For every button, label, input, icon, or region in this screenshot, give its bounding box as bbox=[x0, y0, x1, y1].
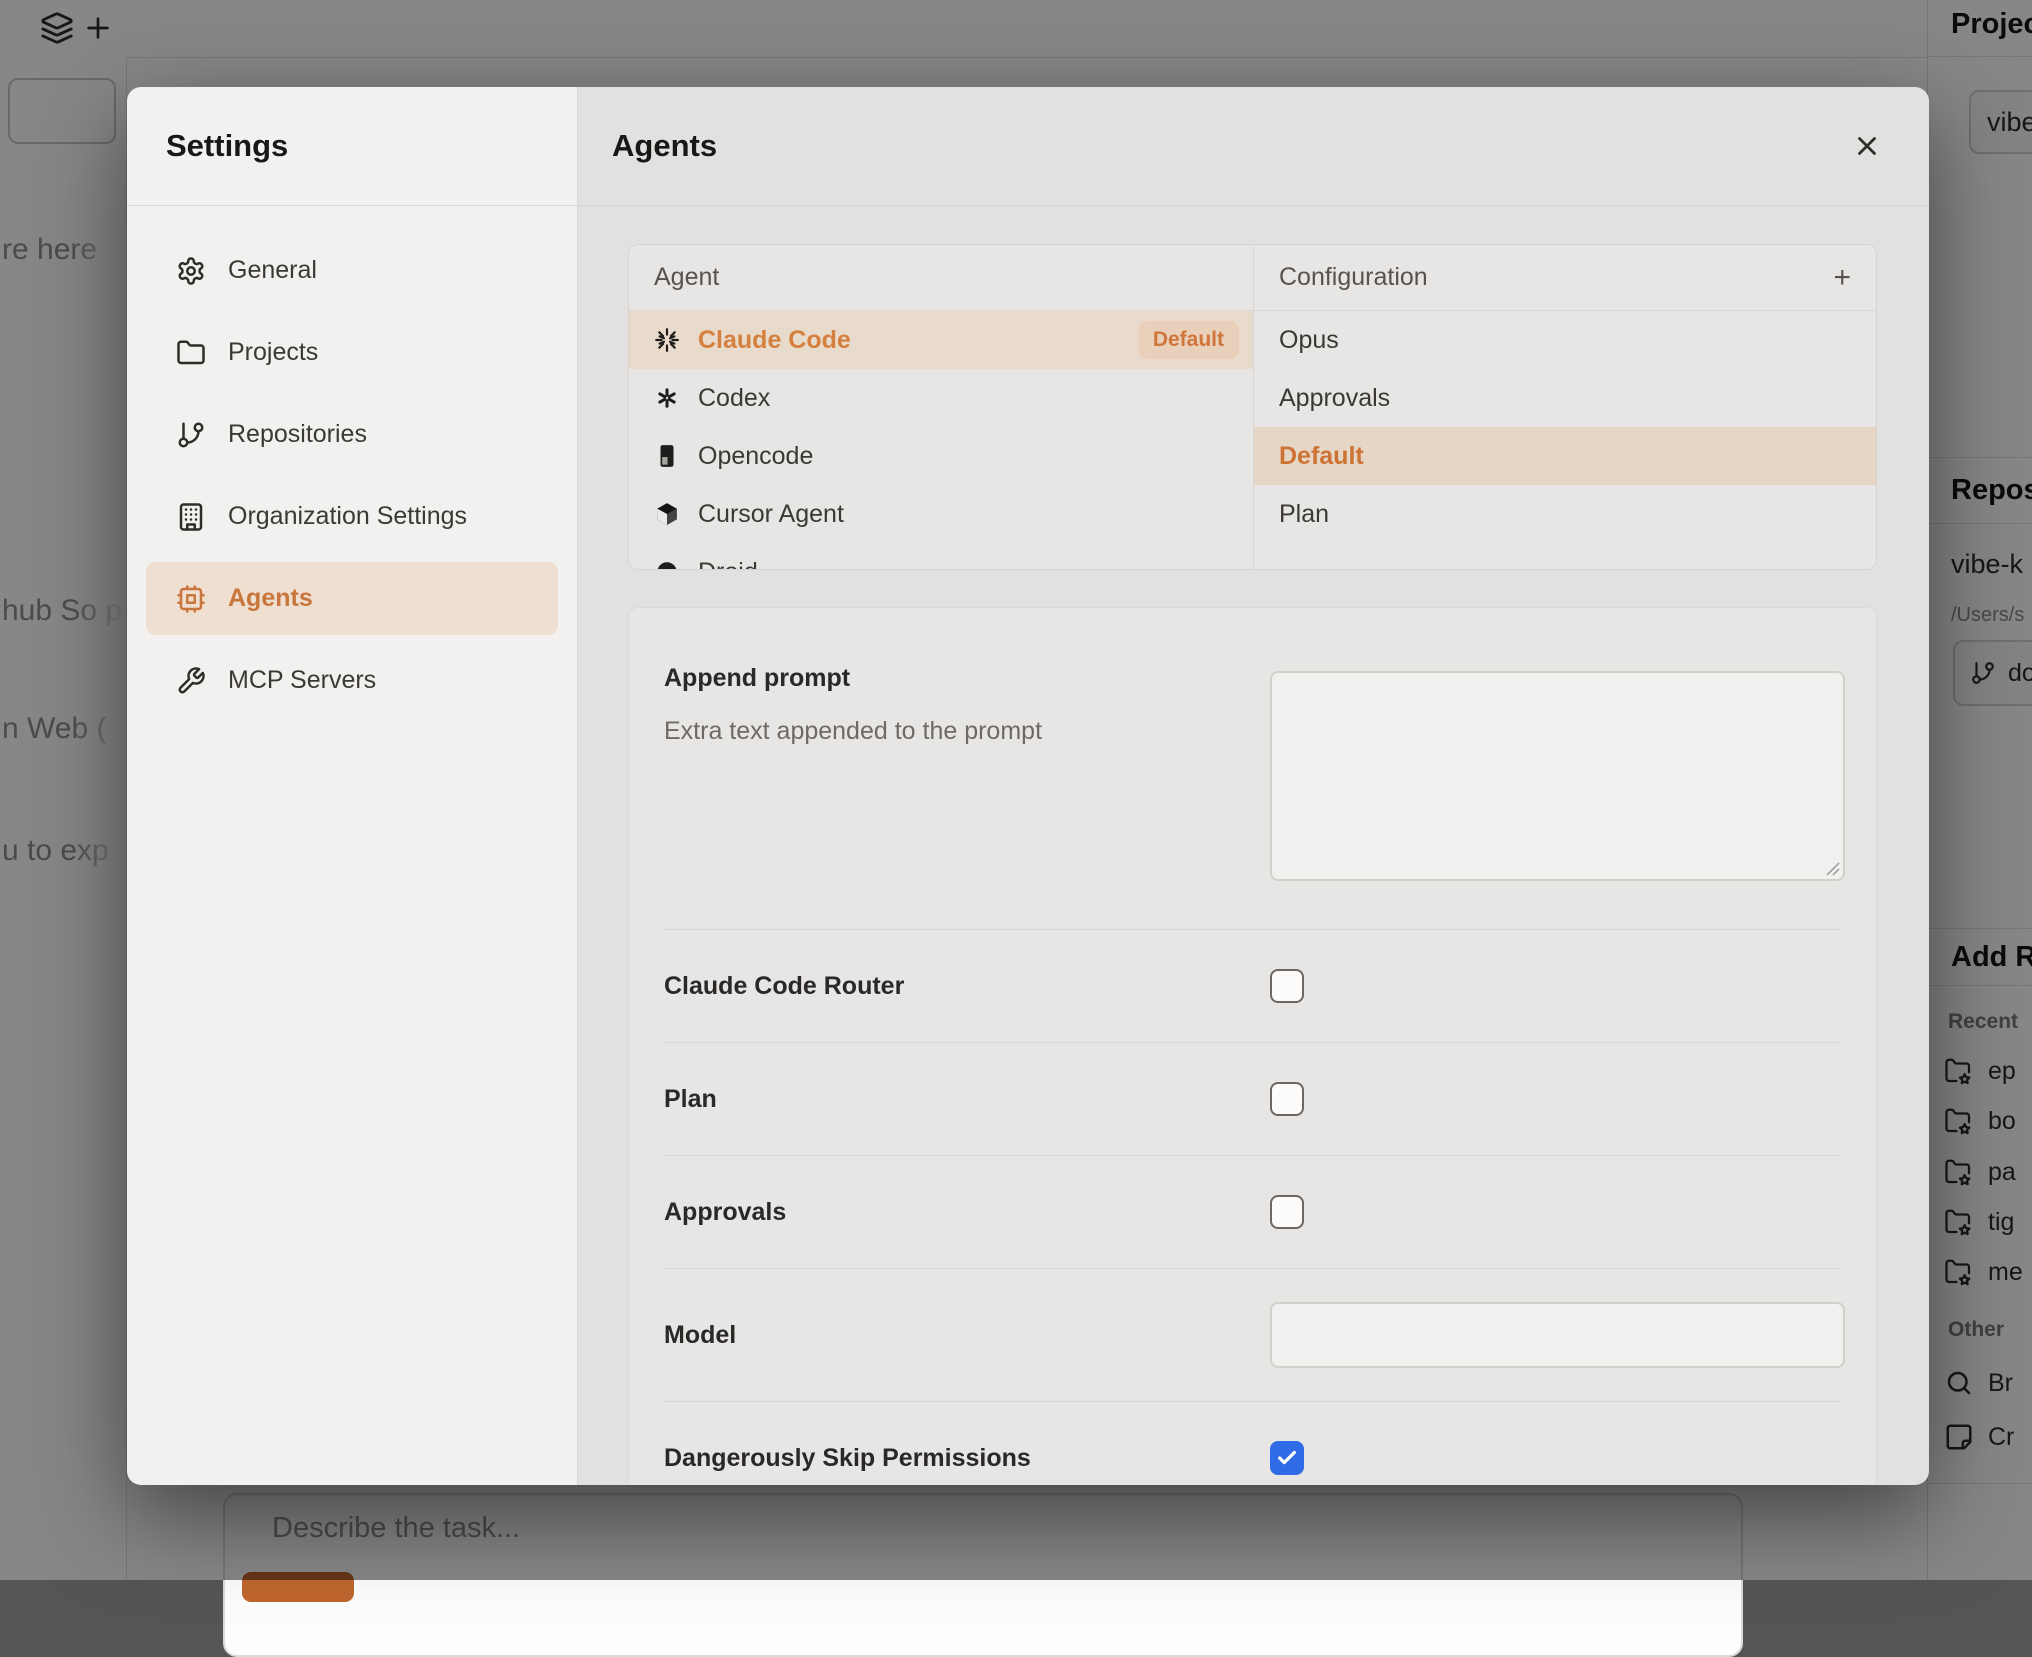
agent-name: Cursor Agent bbox=[698, 500, 1239, 529]
add-configuration-button[interactable]: + bbox=[1833, 263, 1851, 293]
codex-icon bbox=[654, 385, 680, 411]
cursor-icon bbox=[654, 501, 680, 527]
append-prompt-label: Append prompt bbox=[664, 664, 1270, 693]
opencode-icon bbox=[654, 443, 680, 469]
sidebar-item-label: Repositories bbox=[228, 420, 367, 449]
agent-column-header: Agent bbox=[629, 245, 1253, 311]
settings-modal: Settings General Projects Repositories bbox=[127, 87, 1929, 1485]
agent-name: Droid bbox=[698, 558, 1239, 571]
agent-row-droid[interactable]: Droid bbox=[629, 543, 1253, 570]
plan-row: Plan bbox=[664, 1042, 1841, 1155]
configuration-column: Configuration + Opus Approvals Default P… bbox=[1253, 245, 1876, 569]
agent-row-claude-code[interactable]: Claude Code Default bbox=[629, 311, 1253, 369]
settings-main-panel: Agents Agent Claude Code Default bbox=[578, 87, 1929, 1485]
configuration-column-header: Configuration + bbox=[1254, 245, 1876, 311]
claude-code-router-checkbox[interactable] bbox=[1270, 969, 1304, 1003]
append-prompt-textarea[interactable] bbox=[1270, 671, 1845, 881]
settings-sidebar-header: Settings bbox=[127, 87, 577, 206]
dangerously-skip-permissions-label: Dangerously Skip Permissions bbox=[664, 1444, 1270, 1473]
default-badge: Default bbox=[1138, 321, 1239, 359]
sidebar-item-label: Projects bbox=[228, 338, 318, 367]
sidebar-item-agents[interactable]: Agents bbox=[146, 562, 558, 635]
close-icon[interactable] bbox=[1849, 128, 1885, 164]
dangerously-skip-permissions-checkbox[interactable] bbox=[1270, 1441, 1304, 1475]
approvals-row: Approvals bbox=[664, 1155, 1841, 1268]
wrench-icon bbox=[176, 666, 206, 696]
claude-code-router-row: Claude Code Router bbox=[664, 929, 1841, 1042]
agent-name: Claude Code bbox=[698, 326, 1120, 355]
folder-icon bbox=[176, 338, 206, 368]
agent-name: Codex bbox=[698, 384, 1239, 413]
configuration-header-label: Configuration bbox=[1279, 263, 1428, 292]
model-label: Model bbox=[664, 1321, 1270, 1350]
append-prompt-row: Append prompt Extra text appended to the… bbox=[664, 608, 1841, 929]
config-row-approvals[interactable]: Approvals bbox=[1254, 369, 1876, 427]
settings-nav: General Projects Repositories Organizati… bbox=[127, 206, 577, 726]
page-title: Agents bbox=[612, 128, 717, 164]
agent-column: Agent Claude Code Default bbox=[629, 245, 1253, 569]
config-row-opus[interactable]: Opus bbox=[1254, 311, 1876, 369]
plan-label: Plan bbox=[664, 1085, 1270, 1114]
claude-icon bbox=[654, 327, 680, 353]
sidebar-item-projects[interactable]: Projects bbox=[146, 316, 558, 389]
agent-row-codex[interactable]: Codex bbox=[629, 369, 1253, 427]
gear-icon bbox=[176, 256, 206, 286]
agent-header-label: Agent bbox=[654, 263, 719, 292]
append-prompt-description: Extra text appended to the prompt bbox=[664, 717, 1270, 746]
dangerously-skip-permissions-row: Dangerously Skip Permissions bbox=[664, 1401, 1841, 1485]
sidebar-item-label: Agents bbox=[228, 584, 313, 613]
plan-checkbox[interactable] bbox=[1270, 1082, 1304, 1116]
sidebar-item-repositories[interactable]: Repositories bbox=[146, 398, 558, 471]
sidebar-item-label: MCP Servers bbox=[228, 666, 376, 695]
sidebar-item-label: General bbox=[228, 256, 317, 285]
building-icon bbox=[176, 502, 206, 532]
sidebar-item-general[interactable]: General bbox=[146, 234, 558, 307]
model-row: Model bbox=[664, 1268, 1841, 1401]
sidebar-item-organization-settings[interactable]: Organization Settings bbox=[146, 480, 558, 553]
sidebar-item-label: Organization Settings bbox=[228, 502, 467, 531]
agents-header: Agents bbox=[578, 87, 1929, 206]
config-row-default[interactable]: Default bbox=[1254, 427, 1876, 485]
settings-title: Settings bbox=[166, 128, 288, 164]
sidebar-item-mcp-servers[interactable]: MCP Servers bbox=[146, 644, 558, 717]
agent-row-cursor-agent[interactable]: Cursor Agent bbox=[629, 485, 1253, 543]
resize-handle[interactable] bbox=[1826, 862, 1840, 876]
git-branch-icon bbox=[176, 420, 206, 450]
cpu-icon bbox=[176, 584, 206, 614]
config-row-plan[interactable]: Plan bbox=[1254, 485, 1876, 543]
model-input[interactable] bbox=[1270, 1302, 1845, 1368]
agents-table: Agent Claude Code Default bbox=[628, 244, 1877, 570]
approvals-label: Approvals bbox=[664, 1198, 1270, 1227]
configuration-form: Append prompt Extra text appended to the… bbox=[628, 607, 1877, 1485]
claude-code-router-label: Claude Code Router bbox=[664, 972, 1270, 1001]
settings-sidebar: Settings General Projects Repositories bbox=[127, 87, 578, 1485]
approvals-checkbox[interactable] bbox=[1270, 1195, 1304, 1229]
droid-icon bbox=[654, 559, 680, 570]
agent-name: Opencode bbox=[698, 442, 1239, 471]
agent-row-opencode[interactable]: Opencode bbox=[629, 427, 1253, 485]
